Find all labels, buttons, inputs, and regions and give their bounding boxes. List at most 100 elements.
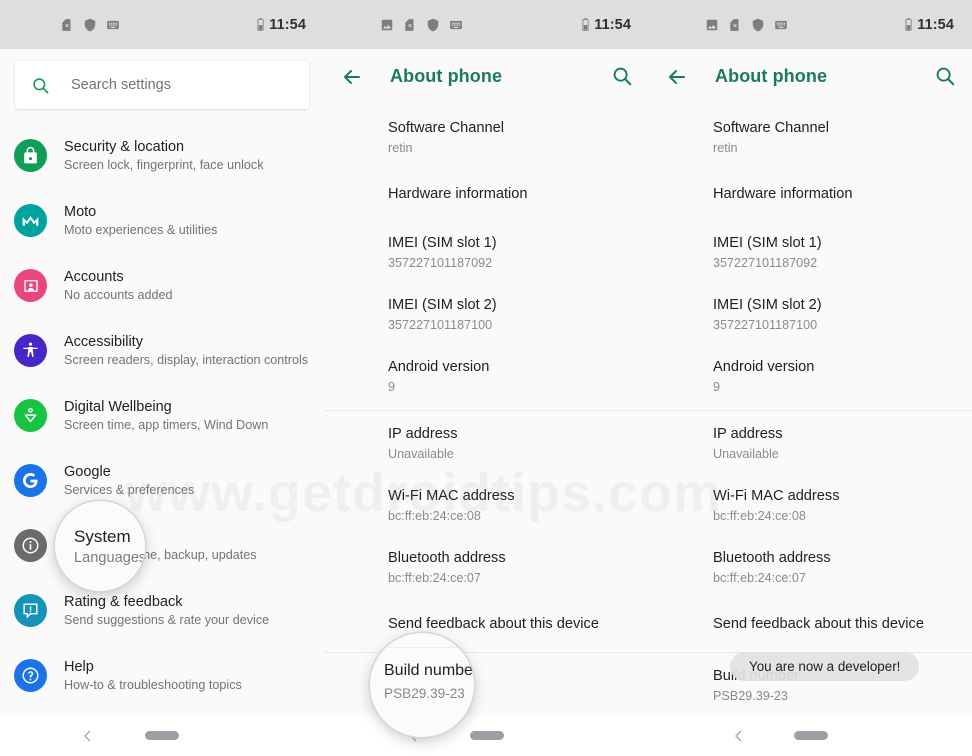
search-icon[interactable] [611, 65, 633, 87]
list-item[interactable]: IMEI (SIM slot 2) 357227101187100 [649, 284, 972, 346]
sidebar-item-title: Accessibility [64, 333, 143, 350]
nav-home-pill[interactable] [145, 731, 179, 740]
account-box-icon [14, 269, 47, 302]
row-value: bc:ff:eb:24:ce:08 [388, 509, 481, 523]
sidebar-item-rating-feedback[interactable]: Rating & feedback Send suggestions & rat… [0, 578, 324, 643]
sidebar-item-help[interactable]: Help How-to & troubleshooting topics [0, 643, 324, 708]
magnifier-build-number: Build number PSB29.39-23 [370, 633, 474, 737]
sidebar-item-google[interactable]: Google Services & preferences [0, 448, 324, 513]
sidebar-item-moto[interactable]: Moto Moto experiences & utilities [0, 188, 324, 253]
info-icon [14, 529, 47, 562]
search-placeholder: Search settings [71, 77, 171, 93]
sidebar-item-title: Rating & feedback [64, 593, 183, 610]
status-bar-panel2: 11:54 [324, 0, 649, 49]
list-item[interactable]: Wi-Fi MAC address bc:ff:eb:24:ce:08 [649, 475, 972, 537]
list-item[interactable]: Bluetooth address bc:ff:eb:24:ce:07 [649, 537, 972, 599]
row-title: Bluetooth address [388, 550, 506, 566]
about-phone-list-panel3: Software Channel retin Hardware informat… [649, 104, 972, 717]
list-item[interactable]: Hardware information [649, 169, 972, 222]
row-title: Wi-Fi MAC address [713, 488, 840, 504]
search-input[interactable]: Search settings [15, 61, 309, 109]
sidebar-item-text: Help How-to & troubleshooting topics [64, 658, 242, 694]
row-value: Unavailable [713, 447, 779, 461]
status-bar-icons [380, 18, 463, 32]
sim-card-off-icon [62, 18, 71, 31]
list-item[interactable]: IMEI (SIM slot 1) 357227101187092 [324, 222, 649, 284]
magnifier-build-content: Build number PSB29.39-23 [384, 659, 474, 704]
sidebar-item-subtitle: Send suggestions & rate your device [64, 612, 270, 627]
list-item[interactable]: Software Channel retin [324, 107, 649, 169]
status-bar-right: 11:54 [582, 0, 631, 49]
sidebar-item-subtitle: Services & preferences [64, 482, 195, 497]
row-title: Android version [713, 359, 815, 375]
lock-icon [14, 139, 47, 172]
nav-home-pill[interactable] [793, 731, 828, 740]
sidebar-item-accessibility[interactable]: Accessibility Screen readers, display, i… [0, 318, 324, 383]
status-bar-right: 11:54 [257, 0, 306, 49]
row-title: Send feedback about this device [713, 616, 924, 632]
battery-icon [905, 18, 912, 31]
page-title: About phone [390, 66, 503, 86]
sidebar-item-text: Moto Moto experiences & utilities [64, 203, 217, 239]
battery-icon [582, 18, 589, 31]
list-item[interactable]: Android version 9 [649, 346, 972, 408]
shield-icon [427, 18, 439, 31]
row-value: bc:ff:eb:24:ce:07 [388, 571, 481, 585]
list-item[interactable]: Android version 9 [324, 346, 649, 408]
page-title: About phone [715, 66, 828, 86]
battery-icon [257, 18, 264, 31]
row-title: Software Channel [713, 120, 830, 136]
sidebar-item-digital-wellbeing[interactable]: Digital Wellbeing Screen time, app timer… [0, 383, 324, 448]
row-title: IMEI (SIM slot 1) [713, 235, 822, 251]
panel-about-phone-developer: 11:54 About phone Software Channel retin… [649, 0, 972, 756]
list-item[interactable]: Software Channel retin [649, 107, 972, 169]
list-item[interactable]: Wi-Fi MAC address bc:ff:eb:24:ce:08 [324, 475, 649, 537]
list-item[interactable]: IP address Unavailable [649, 413, 972, 475]
status-bar-icons [705, 18, 788, 32]
sidebar-item-security-location[interactable]: Security & location Screen lock, fingerp… [0, 123, 324, 188]
magnifier-system: System Languages, [55, 501, 145, 591]
row-value: 9 [713, 380, 721, 394]
about-phone-list-panel2: Software Channel retin Hardware informat… [324, 104, 649, 717]
status-bar-panel3: 11:54 [649, 0, 972, 49]
list-item[interactable]: Send feedback about this device [324, 599, 649, 650]
row-value: retin [388, 141, 413, 155]
sidebar-item-text: Accessibility Screen readers, display, i… [64, 333, 308, 369]
sidebar-item-text: Digital Wellbeing Screen time, app timer… [64, 398, 268, 434]
row-title: IP address [713, 426, 783, 442]
list-item[interactable]: IP address Unavailable [324, 413, 649, 475]
row-value: Unavailable [388, 447, 454, 461]
list-item[interactable]: IMEI (SIM slot 1) 357227101187092 [649, 222, 972, 284]
sidebar-item-system[interactable]: System Languages, time, backup, updates [0, 513, 324, 578]
row-title: Send feedback about this device [388, 616, 599, 632]
nav-home-pill[interactable] [469, 731, 504, 740]
accessibility-icon [14, 334, 47, 367]
list-item[interactable]: Hardware information [324, 169, 649, 222]
row-title: IMEI (SIM slot 2) [713, 297, 822, 313]
sidebar-item-title: Moto [64, 203, 97, 220]
sidebar-item-title: Security & location [64, 138, 185, 155]
sidebar-item-subtitle: No accounts added [64, 287, 173, 302]
list-item[interactable]: IMEI (SIM slot 2) 357227101187100 [324, 284, 649, 346]
list-item[interactable]: Send feedback about this device [649, 599, 972, 650]
sidebar-item-subtitle: Screen readers, display, interaction con… [64, 352, 309, 367]
row-value: 9 [388, 380, 396, 394]
row-value: 357227101187100 [713, 318, 818, 332]
help-circle-icon [14, 659, 47, 692]
magnifier-divider [370, 647, 474, 648]
sidebar-item-subtitle: Screen lock, fingerprint, face unlock [64, 157, 264, 172]
image-icon [706, 19, 718, 30]
nav-back-icon[interactable] [733, 730, 745, 742]
search-icon[interactable] [934, 65, 956, 87]
moto-icon [14, 204, 47, 237]
arrow-back-icon[interactable] [340, 65, 364, 89]
nav-back-icon[interactable] [82, 730, 94, 742]
sidebar-item-accounts[interactable]: Accounts No accounts added [0, 253, 324, 318]
sidebar-item-title: Accounts [64, 268, 124, 285]
app-bar-panel3: About phone [649, 49, 972, 104]
row-value: retin [713, 141, 738, 155]
magnifier-system-title: System [74, 527, 131, 546]
feedback-icon [14, 594, 47, 627]
arrow-back-icon[interactable] [665, 65, 689, 89]
list-item[interactable]: Bluetooth address bc:ff:eb:24:ce:07 [324, 537, 649, 599]
